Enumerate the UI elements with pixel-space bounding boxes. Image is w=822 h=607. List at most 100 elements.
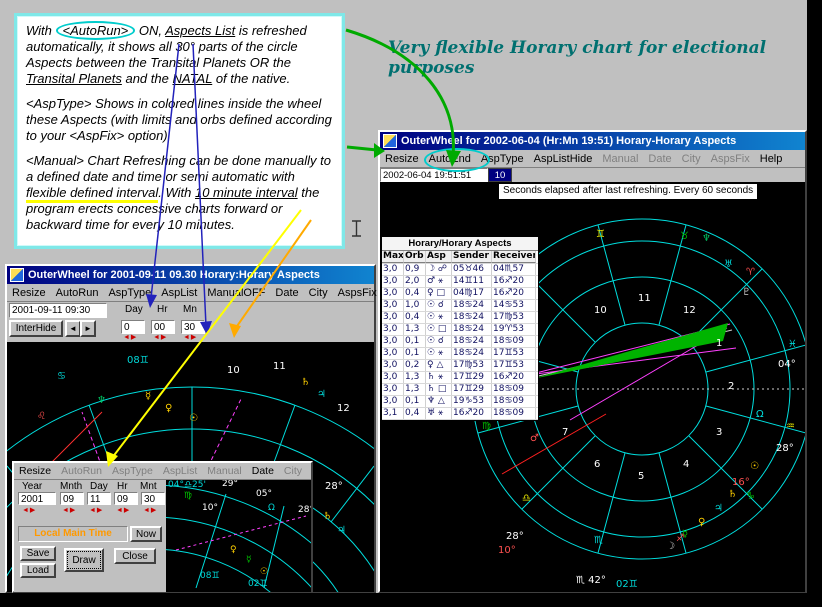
step-back-button[interactable]: ◄ — [65, 320, 81, 337]
menu-item-asplist[interactable]: AspList — [156, 286, 202, 300]
menu-item-date[interactable]: Date — [247, 464, 279, 478]
datetime-field[interactable]: 2001-09-11 09:30 — [9, 303, 107, 318]
cell-sender: 14♊11 — [452, 276, 492, 287]
month-field[interactable]: 09 — [60, 492, 84, 505]
menu-item-autoend[interactable]: AutoEnd — [424, 152, 476, 166]
chart-glyph: ♂ — [530, 433, 539, 444]
table-row: 3,0 1,3 ☉ □ 18♋24 19♈53 — [382, 324, 538, 336]
desktop: With <AutoRun> ON, Aspects List is refre… — [0, 0, 822, 607]
datetime-seconds-field[interactable]: 2002-06-04 19:51:51 — [380, 168, 488, 182]
main-window-titlebar[interactable]: OuterWheel for 2002-06-04 (Hr:Mn 19:51) … — [380, 132, 805, 150]
chart-glyph: ☽ — [666, 541, 675, 552]
hour-field[interactable]: 09 — [114, 492, 138, 505]
table-row: 3,0 0,1 ☉ ⚹ 18♋24 17♊53 — [382, 348, 538, 360]
dialog-chart: 04°♎25' 29° 05° Ω 10° 28° ♍ ♀ ☿ ☉ 08♊ 02♊ — [166, 480, 311, 592]
cell-receiver: 14♋53 — [492, 300, 536, 311]
chart-glyph: ♋ — [57, 371, 66, 382]
aspects-header-row: Max Orb Asp Sender Receiver — [382, 251, 538, 264]
dialog-body: Year Mnth Day Hr Mnt 2001 09 11 09 30 ◄▶… — [14, 480, 311, 592]
menu-item-city: City — [283, 465, 303, 477]
cell-receiver: 17♊53 — [492, 360, 536, 371]
cell-asp: ☉ ⚹ — [426, 312, 452, 323]
cell-sender: 19♑53 — [452, 396, 492, 407]
chart-glyph: ♃ — [337, 525, 346, 536]
minute-spinner-icon[interactable]: ◄▶ — [183, 334, 197, 341]
aspects-panel-title[interactable]: Horary/Horary Aspects — [382, 237, 538, 251]
minute-spinner-icon[interactable]: ◄▶ — [143, 507, 157, 514]
col-max: Max — [382, 251, 404, 263]
chart-glyph: Ω — [756, 409, 764, 420]
chart-glyph: ♓ — [788, 339, 797, 350]
chart-glyph: 28° — [776, 443, 794, 454]
mid-window-controls: 2001-09-11 09:30 Day Hr Mn InterHide ◄ ►… — [7, 302, 374, 342]
chart-glyph: 02♊ — [616, 579, 638, 590]
chart-glyph: 11 — [273, 361, 286, 372]
screen-edge-right — [807, 0, 822, 607]
month-spinner-icon[interactable]: ◄▶ — [62, 507, 76, 514]
chart-glyph: ♀ — [165, 403, 173, 414]
year-field[interactable]: 2001 — [18, 492, 56, 505]
cell-max: 3,0 — [382, 336, 404, 347]
day-spinner-icon[interactable]: ◄▶ — [123, 334, 137, 341]
chart-glyph: 6 — [594, 459, 601, 470]
menu-item-asplisthide[interactable]: AspListHide — [529, 152, 598, 166]
menu-item-aspsfix[interactable]: AspsFix — [333, 286, 382, 300]
menu-item-help[interactable]: Help — [755, 152, 788, 166]
col-sender: Sender — [452, 251, 492, 263]
main-window-menubar: Resize AutoEnd AspType AspListHide Manua… — [380, 148, 805, 172]
day-spinner-icon[interactable]: ◄▶ — [89, 507, 103, 514]
cell-orb: 1,3 — [404, 372, 426, 383]
hour-spinner-icon[interactable]: ◄▶ — [153, 334, 167, 341]
note-text-underlined: Aspects List — [165, 23, 236, 38]
mid-window-titlebar[interactable]: OuterWheel for 2001-09-11 09.30 Horary:H… — [7, 266, 374, 284]
chart-glyph: ♈ — [746, 267, 755, 278]
cell-orb: 0,4 — [404, 288, 426, 299]
main-window-title: OuterWheel for 2002-06-04 (Hr:Mn 19:51) … — [401, 135, 737, 147]
chart-glyph: ♒ — [786, 421, 795, 432]
cell-orb: 1,3 — [404, 384, 426, 395]
chart-glyph: 1 — [716, 338, 723, 349]
table-row: 3,0 0,9 ☽ ☍ 05♉46 04♏57 — [382, 264, 538, 276]
interval-button[interactable]: 10 — [488, 168, 512, 182]
load-button[interactable]: Load — [20, 563, 56, 578]
chart-glyph: ♏ — [594, 535, 603, 546]
chart-glyph: ♄ — [728, 489, 737, 500]
menu-item-resize[interactable]: Resize — [7, 286, 51, 300]
day-field[interactable]: 11 — [87, 492, 111, 505]
cell-receiver: 04♏57 — [492, 264, 536, 275]
menu-item-city: City — [681, 152, 701, 165]
menu-item-resize[interactable]: Resize — [14, 464, 56, 478]
minute-stepper[interactable]: 30 — [181, 320, 205, 334]
chart-glyph: ♀ — [698, 517, 706, 528]
note-text-underlined: NATAL — [172, 71, 213, 86]
menu-item-asptype: AspType — [111, 465, 153, 477]
menu-item-date[interactable]: Date — [270, 286, 303, 300]
datetime-dialog: Resize AutoRun AspType AspList Manual Da… — [12, 461, 313, 593]
menu-item-autorun[interactable]: AutoRun — [51, 286, 104, 300]
chart-glyph: ☉ — [189, 413, 198, 424]
chart-glyph: 3 — [716, 427, 723, 438]
hour-stepper[interactable]: 00 — [151, 320, 175, 334]
now-button[interactable]: Now — [130, 526, 162, 542]
menu-item-asptype[interactable]: AspType — [103, 286, 156, 300]
hour-spinner-icon[interactable]: ◄▶ — [116, 507, 130, 514]
day-stepper[interactable]: 0 — [121, 320, 145, 334]
interhide-button[interactable]: InterHide — [9, 320, 63, 337]
chart-glyph: 02♊ — [248, 579, 268, 589]
table-row: 3,0 0,4 ♀ □ 04♍17 16♐20 — [382, 288, 538, 300]
close-button[interactable]: Close — [114, 548, 156, 564]
note-box: With <AutoRun> ON, Aspects List is refre… — [14, 13, 345, 249]
chart-glyph: ♇ — [742, 287, 751, 298]
save-button[interactable]: Save — [20, 546, 56, 561]
menu-item-asptype[interactable]: AspType — [476, 152, 529, 166]
cell-sender: 17♊29 — [452, 384, 492, 395]
menu-item-resize[interactable]: Resize — [380, 152, 424, 166]
note-text: ON, — [135, 23, 166, 38]
chart-glyph: ♊ — [596, 229, 605, 240]
year-spinner-icon[interactable]: ◄▶ — [22, 507, 36, 514]
minute-field[interactable]: 30 — [141, 492, 165, 505]
menu-item-city[interactable]: City — [304, 286, 333, 300]
draw-button[interactable]: Draw — [64, 548, 104, 572]
step-forward-button[interactable]: ► — [80, 320, 96, 337]
menu-item-manualoff[interactable]: ManualOFF — [202, 286, 270, 300]
